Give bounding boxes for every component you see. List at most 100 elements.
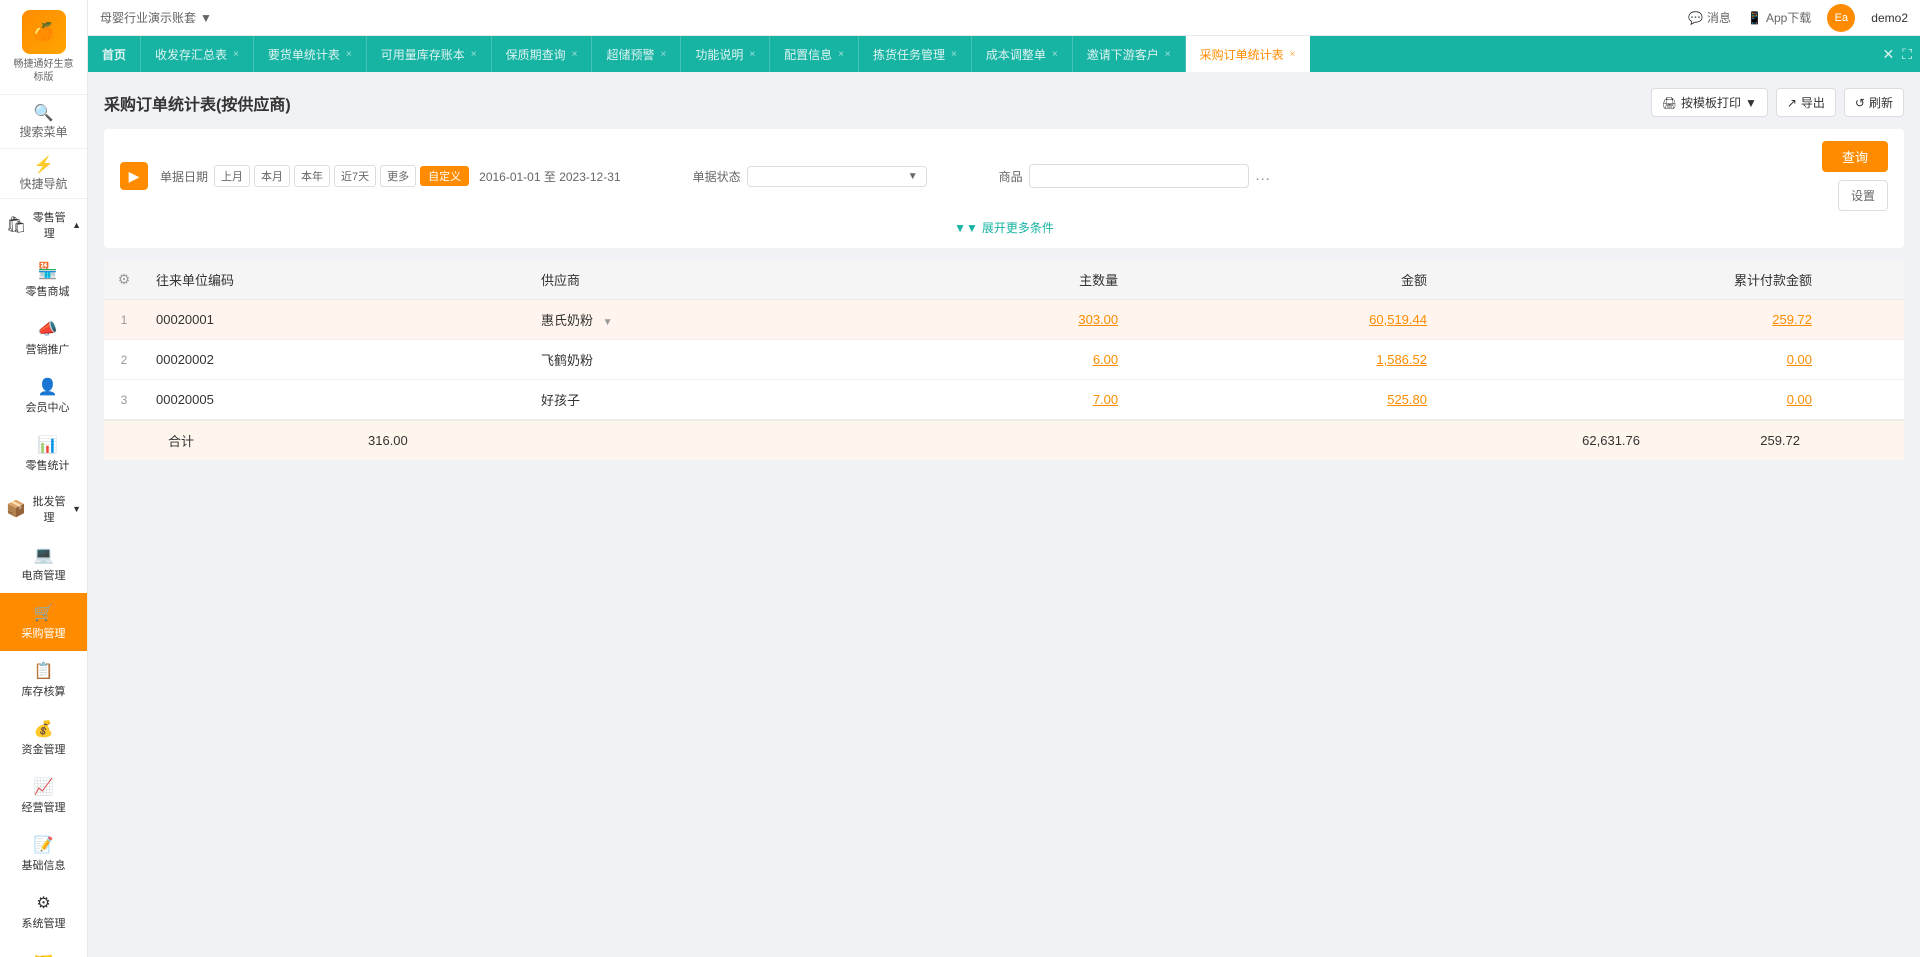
cell-code: 00020002 — [144, 340, 529, 380]
tab-available-inventory-close[interactable]: × — [471, 49, 477, 60]
cell-supplier: 惠氏奶粉 ▼ — [529, 300, 890, 340]
cell-quantity[interactable]: 7.00 — [890, 380, 1131, 420]
tab-overstock[interactable]: 超储预警 × — [592, 36, 681, 72]
filter-goods-field: 商品 … — [999, 164, 1271, 188]
date-btn-thisyear[interactable]: 本年 — [294, 165, 330, 187]
tab-close-btn[interactable]: ✕ — [1882, 46, 1894, 63]
filter-goods-input[interactable] — [1038, 169, 1240, 183]
tab-cost-adjust-close[interactable]: × — [1052, 49, 1058, 60]
tab-fullscreen-btn[interactable]: ⛶ — [1902, 46, 1912, 63]
topbar: 母婴行业演示账套 ▼ 💬 消息 📱 App下载 Ea demo2 — [88, 0, 1920, 36]
tab-config-label: 配置信息 — [784, 46, 832, 63]
tab-expiry-label: 保质期查询 — [506, 46, 566, 63]
tab-expiry[interactable]: 保质期查询 × — [492, 36, 593, 72]
date-custom-badge[interactable]: 自定义 — [420, 166, 469, 186]
cell-amount[interactable]: 60,519.44 — [1130, 300, 1439, 340]
sidebar-item-marketing[interactable]: 📣 营销推广 — [0, 309, 87, 367]
footer-paid-area: 259.72 — [1652, 433, 1812, 448]
cell-paid[interactable]: 0.00 — [1439, 340, 1824, 380]
cell-supplier: 飞鹤奶粉 — [529, 340, 890, 380]
page-header: 采购订单统计表(按供应商) 🖨 按模板打印 ▼ ↗ 导出 ↺ 刷新 — [104, 88, 1904, 117]
tab-cost-adjust-label: 成本调整单 — [986, 46, 1046, 63]
user-name[interactable]: demo2 — [1871, 11, 1908, 25]
sidebar-item-ecommerce[interactable]: 💻 电商管理 — [0, 535, 87, 593]
cell-amount[interactable]: 1,586.52 — [1130, 340, 1439, 380]
print-label: 按模板打印 — [1681, 94, 1741, 111]
date-btn-thismonth[interactable]: 本月 — [254, 165, 290, 187]
sidebar-item-system[interactable]: ⚙ 系统管理 — [0, 883, 87, 941]
tab-receive-send[interactable]: 收发存汇总表 × — [141, 36, 254, 72]
tab-expiry-close[interactable]: × — [572, 49, 578, 60]
page-title: 采购订单统计表(按供应商) — [104, 91, 291, 115]
nav-tabs-end: ✕ ⛶ — [1882, 46, 1920, 63]
date-btn-more[interactable]: 更多 — [380, 165, 416, 187]
sidebar-item-inventory[interactable]: 📋 库存核算 — [0, 651, 87, 709]
export-button[interactable]: ↗ 导出 — [1776, 88, 1836, 117]
sidebar-item-wholesale[interactable]: 📦 批发管理 ▼ — [0, 483, 87, 535]
tab-invite-downstream-label: 邀请下游客户 — [1087, 46, 1159, 63]
sidebar-item-retail-shop[interactable]: 🏪 零售商城 — [0, 251, 87, 309]
workspace-selector[interactable]: 母婴行业演示账套 ▼ — [100, 9, 212, 26]
tab-config-close[interactable]: × — [838, 49, 844, 60]
filter-toggle-button[interactable]: ▶ — [120, 162, 148, 190]
filter-status-select[interactable]: ▼ — [747, 166, 927, 187]
tab-pick-task[interactable]: 拣货任务管理 × — [859, 36, 972, 72]
col-paid-header: 累计付款金额 — [1439, 260, 1824, 300]
table-row: 1 00020001 惠氏奶粉 ▼ 303.00 60,519.44 259.7… — [104, 300, 1904, 340]
sidebar-item-basic-info[interactable]: 📝 基础信息 — [0, 825, 87, 883]
filter-goods-more-icon[interactable]: … — [1255, 167, 1271, 185]
app-download-action[interactable]: 📱 App下载 — [1747, 9, 1811, 26]
cell-supplier: 好孩子 — [529, 380, 890, 420]
col-code-header: 往来单位编码 — [144, 260, 529, 300]
tab-cost-adjust[interactable]: 成本调整单 × — [972, 36, 1073, 72]
cell-paid[interactable]: 0.00 — [1439, 380, 1824, 420]
tab-requisition-close[interactable]: × — [346, 49, 352, 60]
tab-home[interactable]: 首页 — [88, 36, 141, 72]
avatar[interactable]: Ea — [1827, 4, 1855, 32]
expand-more-button[interactable]: ▼▼ 展开更多条件 — [954, 219, 1054, 236]
cell-amount[interactable]: 525.80 — [1130, 380, 1439, 420]
tab-requisition[interactable]: 要货单统计表 × — [254, 36, 367, 72]
cell-paid[interactable]: 259.72 — [1439, 300, 1824, 340]
date-btn-7days[interactable]: 近7天 — [334, 165, 376, 187]
tab-invite-downstream[interactable]: 邀请下游客户 × — [1073, 36, 1186, 72]
sidebar-item-retail[interactable]: 🛍 零售管理 ▲ — [0, 199, 87, 251]
settings-button[interactable]: 设置 — [1838, 180, 1888, 211]
date-btn-lastmonth[interactable]: 上月 — [214, 165, 250, 187]
sidebar-item-operations[interactable]: 📈 经营管理 — [0, 767, 87, 825]
cell-quantity[interactable]: 303.00 — [890, 300, 1131, 340]
tab-invite-downstream-close[interactable]: × — [1165, 49, 1171, 60]
tab-purchase-summary[interactable]: 采购订单统计表 × — [1186, 36, 1311, 72]
sidebar-item-finance[interactable]: 💰 资金管理 — [0, 709, 87, 767]
main-area: 母婴行业演示账套 ▼ 💬 消息 📱 App下载 Ea demo2 首页 收发存汇… — [88, 0, 1920, 957]
tab-receive-send-label: 收发存汇总表 — [155, 46, 227, 63]
cell-quantity[interactable]: 6.00 — [890, 340, 1131, 380]
sidebar-item-enterprise-collab[interactable]: 🤝 企业协同 — [0, 941, 87, 957]
print-button[interactable]: 🖨 按模板打印 ▼ — [1651, 88, 1768, 117]
cell-empty — [1824, 340, 1904, 380]
sidebar-item-retail-stats[interactable]: 📊 零售统计 — [0, 425, 87, 483]
tab-purchase-summary-close[interactable]: × — [1290, 49, 1296, 60]
col-settings-icon[interactable]: ⚙ — [118, 271, 131, 287]
footer-paid: 259.72 — [1760, 433, 1800, 448]
tab-overstock-close[interactable]: × — [660, 49, 666, 60]
tab-pick-task-close[interactable]: × — [951, 49, 957, 60]
app-download-icon: 📱 — [1747, 11, 1762, 25]
refresh-button[interactable]: ↺ 刷新 — [1844, 88, 1904, 117]
tab-available-inventory[interactable]: 可用量库存账本 × — [367, 36, 492, 72]
tab-function-guide-close[interactable]: × — [749, 49, 755, 60]
tab-receive-send-close[interactable]: × — [233, 49, 239, 60]
message-action[interactable]: 💬 消息 — [1688, 9, 1731, 26]
expand-arrow[interactable]: ▼ — [603, 317, 613, 328]
tab-function-guide[interactable]: 功能说明 × — [681, 36, 770, 72]
sidebar-item-purchase[interactable]: 🛒 采购管理 — [0, 593, 87, 651]
table-container: ⚙ 往来单位编码 供应商 主数量 金额 累计付款金额 1 00020001 — [104, 260, 1904, 460]
filter-action-area: 查询 设置 — [1822, 141, 1888, 211]
search-button[interactable]: 查询 — [1822, 141, 1888, 172]
cell-num: 2 — [104, 340, 144, 380]
sidebar-search-item[interactable]: 🔍 搜索菜单 — [0, 95, 87, 149]
sidebar-quicknav-item[interactable]: ⚡ 快捷导航 — [0, 149, 87, 199]
sidebar-item-member[interactable]: 👤 会员中心 — [0, 367, 87, 425]
sidebar-group-retail: 🛍 零售管理 ▲ 🏪 零售商城 📣 营销推广 👤 会员中心 📊 零售统计 — [0, 199, 87, 483]
tab-config[interactable]: 配置信息 × — [770, 36, 859, 72]
